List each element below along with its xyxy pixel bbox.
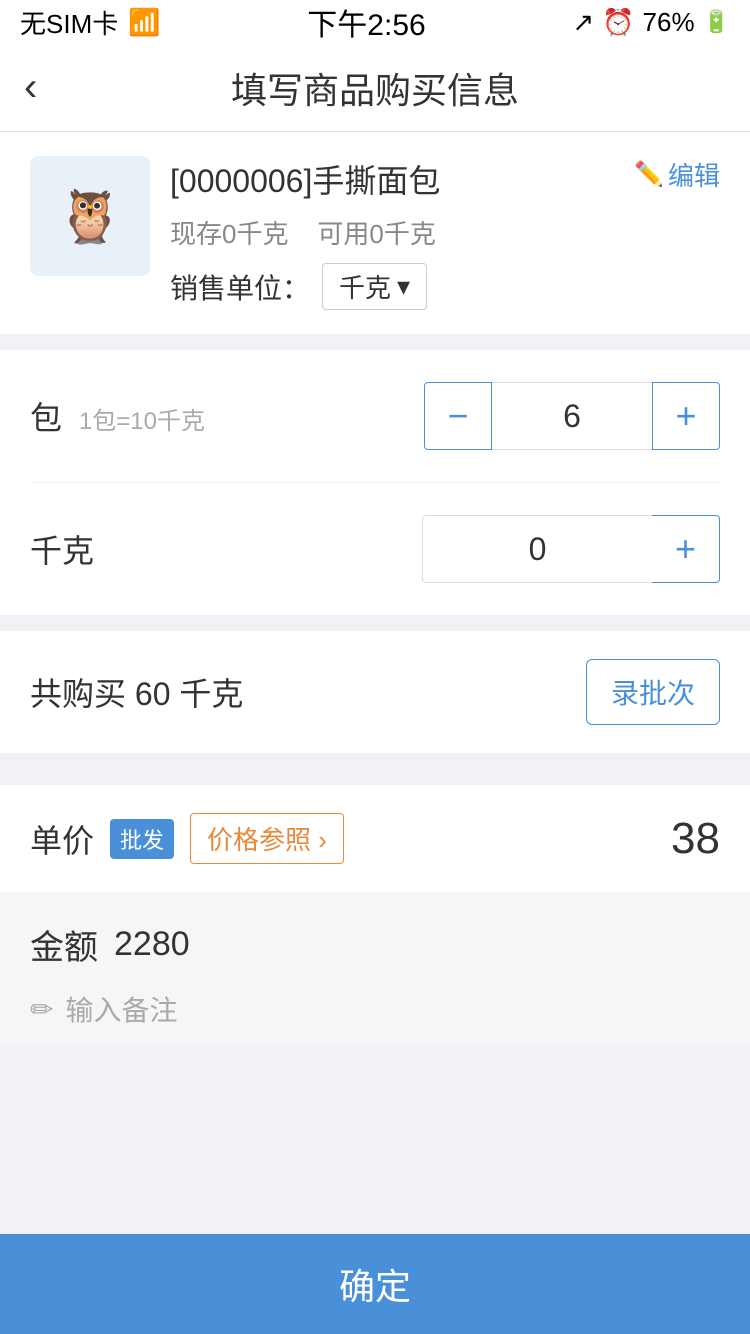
amount-row: 金额 2280 [30,920,720,969]
kg-label: 千克 [30,533,94,569]
price-ref-button[interactable]: 价格参照 › [190,813,344,864]
alarm-icon: ⏰ [602,7,634,38]
kg-plus-button[interactable]: + [652,515,720,583]
wifi-icon: 📶 [128,7,160,38]
package-sublabel: 1包=10千克 [79,408,205,435]
divider-2 [0,769,750,785]
package-qty-input[interactable] [492,382,652,450]
package-plus-button[interactable]: + [652,382,720,450]
remark-placeholder: 输入备注 [65,989,177,1029]
back-button[interactable]: ‹ [24,65,37,110]
status-right: ↗ ⏰ 76% 🔋 [572,7,730,38]
pencil-icon: ✏ [30,993,53,1026]
unit-selector[interactable]: 千克 ▾ [322,263,427,310]
battery-label: 76% [643,7,695,38]
product-unit-row: 销售单位： 千克 ▾ [170,263,720,310]
package-minus-button[interactable]: − [424,382,492,450]
amount-section: 金额 2280 ✏ 输入备注 [0,892,750,1045]
price-label-row: 单价 批发 价格参照 › [30,813,344,864]
unit-dropdown-icon: ▾ [397,271,410,302]
package-qty-row: 包 1包=10千克 − + [30,350,720,483]
summary-section: 共购买 60 千克 录批次 [0,631,750,753]
confirm-bar[interactable]: 确定 [0,1234,750,1334]
package-section: 包 1包=10千克 − + 千克 + [0,350,750,615]
price-label: 单价 [30,816,94,862]
unit-label: 销售单位： [170,267,310,307]
package-qty-controls: − + [424,382,720,450]
unit-value: 千克 [339,268,391,305]
batch-button[interactable]: 录批次 [586,659,720,725]
summary-text: 共购买 60 千克 [30,669,243,715]
edit-icon: ✏️ [634,160,664,189]
edit-button[interactable]: ✏️ 编辑 [634,156,720,193]
divider-1 [0,615,750,631]
package-label: 包 [30,400,62,436]
product-image: 🦉 [30,156,150,276]
price-badge: 批发 [110,819,174,859]
kg-qty-row: 千克 + [30,483,720,615]
status-bar: 无SIM卡 📶 下午2:56 ↗ ⏰ 76% 🔋 [0,0,750,44]
page-title: 填写商品购买信息 [231,62,519,114]
remark-row[interactable]: ✏ 输入备注 [30,989,720,1029]
edit-label: 编辑 [668,156,720,193]
status-time: 下午2:56 [307,0,425,44]
kg-label-group: 千克 [30,526,94,572]
confirm-button[interactable]: 确定 [339,1258,411,1310]
product-card: 🦉 [0000006]手撕面包 现存0千克 可用0千克 销售单位： 千克 ▾ ✏… [0,132,750,334]
battery-icon: 🔋 [703,9,730,35]
price-value: 38 [671,814,720,864]
kg-qty-input[interactable] [422,515,652,583]
amount-value: 2280 [114,925,190,964]
carrier-label: 无SIM卡 [20,4,118,41]
status-left: 无SIM卡 📶 [20,4,161,41]
location-icon: ↗ [572,7,594,38]
product-stock: 现存0千克 可用0千克 [170,214,720,251]
nav-bar: ‹ 填写商品购买信息 [0,44,750,132]
product-image-icon: 🦉 [58,186,123,247]
kg-qty-controls: + [422,515,720,583]
package-label-group: 包 1包=10千克 [30,393,205,439]
price-section: 单价 批发 价格参照 › 38 [0,785,750,892]
amount-label: 金额 [30,920,98,969]
